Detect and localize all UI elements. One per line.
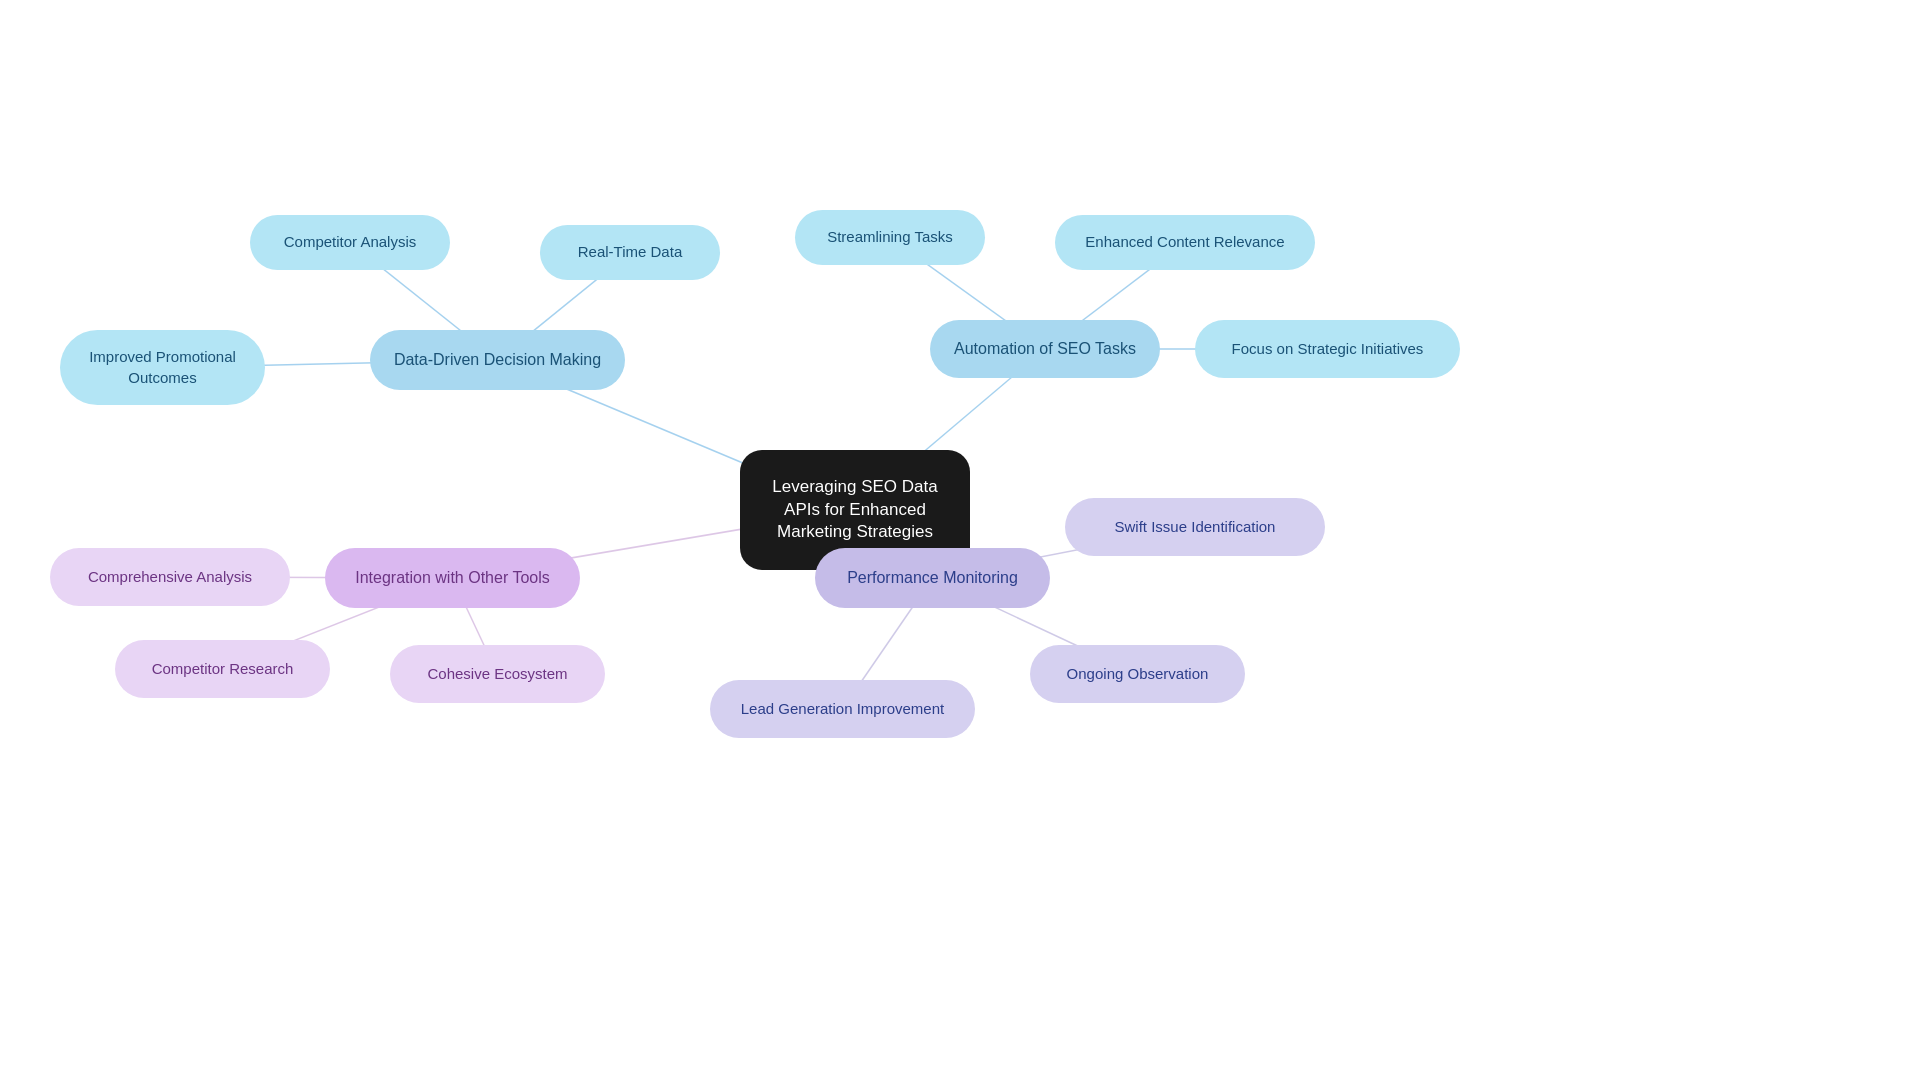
branch-data-driven: Data-Driven Decision Making	[370, 330, 625, 390]
node-cohesive-ecosystem: Cohesive Ecosystem	[390, 645, 605, 703]
node-swift-issue: Swift Issue Identification	[1065, 498, 1325, 556]
node-enhanced-content: Enhanced Content Relevance	[1055, 215, 1315, 270]
node-focus-strategic: Focus on Strategic Initiatives	[1195, 320, 1460, 378]
mindmap-container: Leveraging SEO Data APIs for Enhanced Ma…	[0, 0, 1920, 1083]
branch-automation: Automation of SEO Tasks	[930, 320, 1160, 378]
branch-integration: Integration with Other Tools	[325, 548, 580, 608]
node-competitor-research: Competitor Research	[115, 640, 330, 698]
branch-performance-monitoring: Performance Monitoring	[815, 548, 1050, 608]
node-comprehensive-analysis: Comprehensive Analysis	[50, 548, 290, 606]
node-competitor-analysis: Competitor Analysis	[250, 215, 450, 270]
node-improved-promotional: Improved Promotional Outcomes	[60, 330, 265, 405]
node-real-time-data: Real-Time Data	[540, 225, 720, 280]
node-streamlining-tasks: Streamlining Tasks	[795, 210, 985, 265]
node-lead-generation: Lead Generation Improvement	[710, 680, 975, 738]
node-ongoing-observation: Ongoing Observation	[1030, 645, 1245, 703]
